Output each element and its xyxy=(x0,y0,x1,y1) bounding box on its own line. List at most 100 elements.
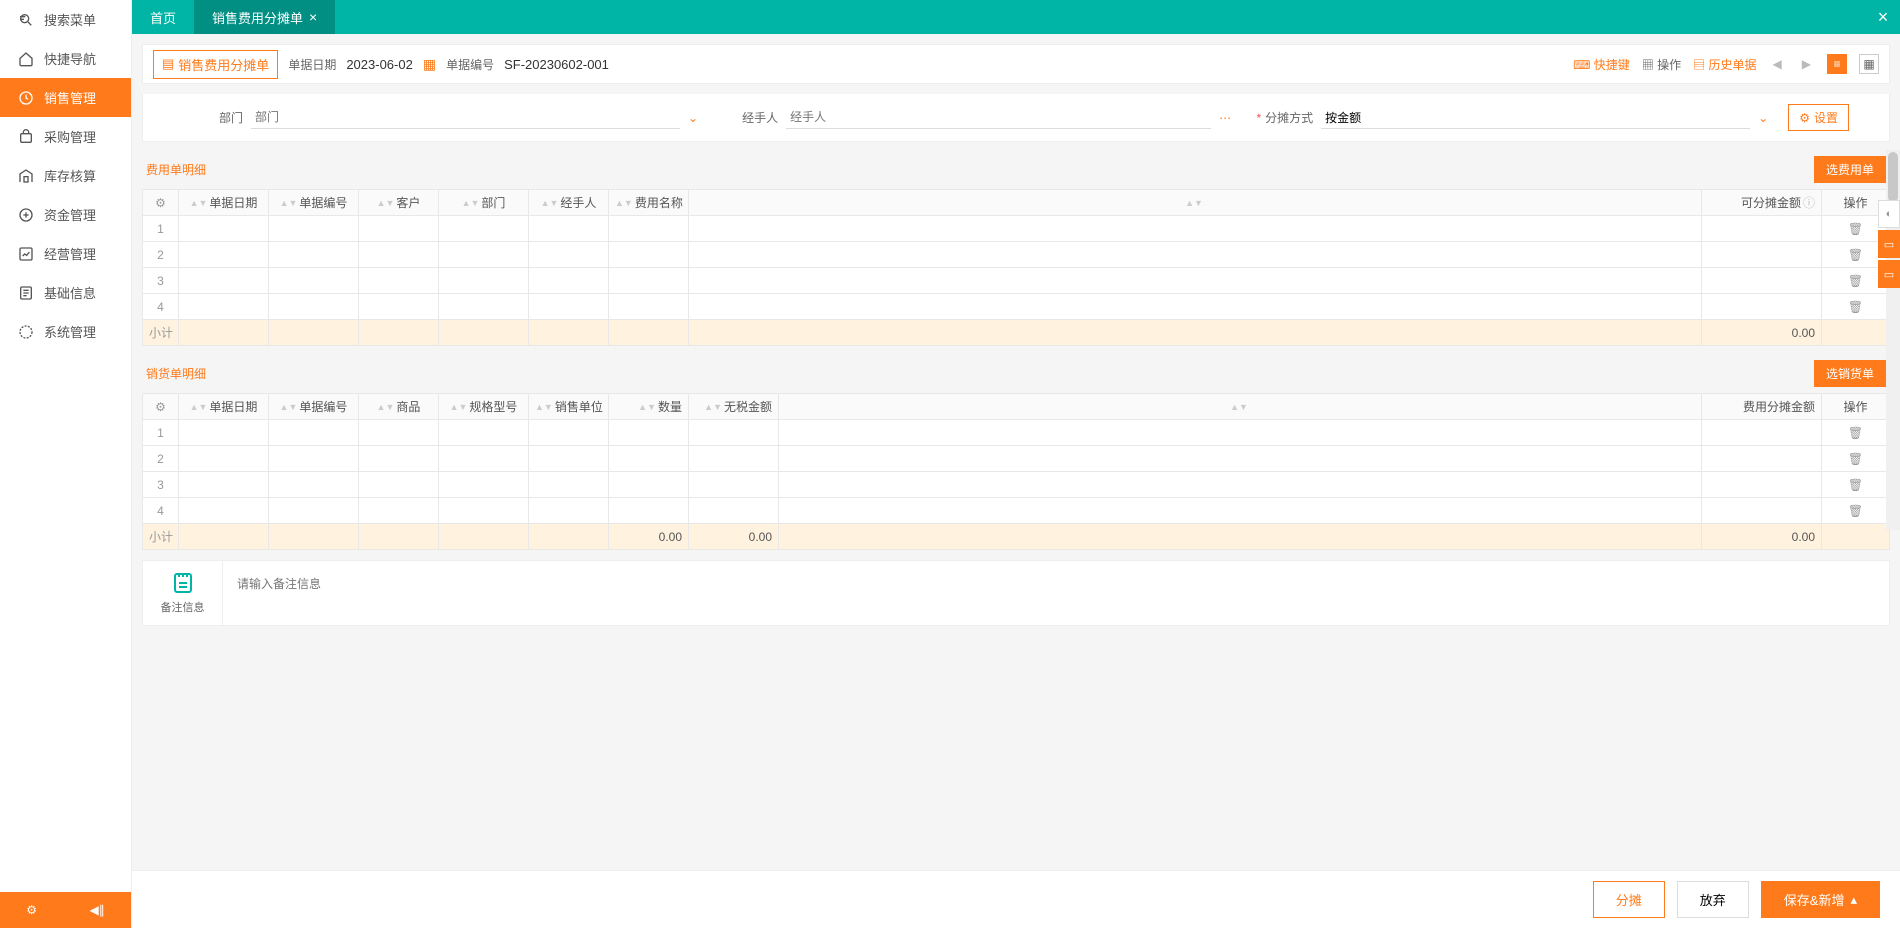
dock-item[interactable]: ▭ xyxy=(1878,230,1900,258)
cell[interactable] xyxy=(529,216,609,242)
cell[interactable] xyxy=(179,498,269,524)
table-row[interactable]: 1🗑 xyxy=(143,420,1890,446)
cell[interactable] xyxy=(439,446,529,472)
cell[interactable] xyxy=(609,420,689,446)
cell[interactable] xyxy=(1702,472,1822,498)
cell[interactable] xyxy=(269,242,359,268)
tab-current[interactable]: 销售费用分摊单× xyxy=(194,0,335,34)
table-row[interactable]: 4🗑 xyxy=(143,294,1890,320)
cell[interactable] xyxy=(439,294,529,320)
sidebar-item-business[interactable]: 经营管理 xyxy=(0,234,131,273)
method-input[interactable] xyxy=(1321,106,1750,129)
cell[interactable] xyxy=(359,242,439,268)
col-prod[interactable]: ▲▼商品 xyxy=(359,394,439,420)
cell[interactable] xyxy=(689,420,779,446)
cell[interactable] xyxy=(529,498,609,524)
cell[interactable] xyxy=(529,294,609,320)
cell[interactable] xyxy=(439,216,529,242)
view-list-icon[interactable]: ≡ xyxy=(1827,54,1847,74)
select-expense-button[interactable]: 选费用单 xyxy=(1814,156,1886,183)
cell[interactable] xyxy=(1702,294,1822,320)
more-icon[interactable]: ⋯ xyxy=(1219,111,1233,125)
cell[interactable] xyxy=(269,268,359,294)
sidebar-item-inventory[interactable]: 库存核算 xyxy=(0,156,131,195)
sidebar-item-base[interactable]: 基础信息 xyxy=(0,273,131,312)
cell[interactable] xyxy=(609,472,689,498)
col-blank[interactable]: ▲▼ xyxy=(779,394,1702,420)
cell[interactable] xyxy=(689,242,1702,268)
col-fee[interactable]: ▲▼费用名称 xyxy=(609,190,689,216)
help-icon[interactable]: ⓘ xyxy=(1803,196,1815,210)
cell[interactable] xyxy=(179,446,269,472)
delete-icon[interactable]: 🗑 xyxy=(1848,478,1863,492)
cell[interactable] xyxy=(1702,268,1822,294)
cell[interactable] xyxy=(779,420,1702,446)
cell[interactable] xyxy=(359,294,439,320)
delete-icon[interactable]: 🗑 xyxy=(1848,274,1863,288)
col-feealloc[interactable]: 费用分摊金额 xyxy=(1702,394,1822,420)
cell[interactable] xyxy=(689,294,1702,320)
save-new-button[interactable]: 保存&新增▴ xyxy=(1761,881,1880,918)
cell[interactable] xyxy=(179,242,269,268)
view-grid-icon[interactable]: ▦ xyxy=(1859,54,1879,74)
calendar-icon[interactable]: ▦ xyxy=(423,56,436,73)
discard-button[interactable]: 放弃 xyxy=(1677,881,1749,918)
cell[interactable] xyxy=(1702,420,1822,446)
cell[interactable] xyxy=(609,242,689,268)
shortcut-link[interactable]: ⌨ 快捷键 xyxy=(1573,56,1630,73)
dock-item[interactable]: ◐ xyxy=(1878,200,1900,228)
sidebar-item-purchase[interactable]: 采购管理 xyxy=(0,117,131,156)
gear-column[interactable]: ⚙ xyxy=(143,190,179,216)
table-row[interactable]: 3🗑 xyxy=(143,268,1890,294)
cell[interactable] xyxy=(779,446,1702,472)
delete-icon[interactable]: 🗑 xyxy=(1848,248,1863,262)
table-row[interactable]: 4🗑 xyxy=(143,498,1890,524)
date-value[interactable]: 2023-06-02 xyxy=(346,57,413,72)
cell[interactable] xyxy=(609,294,689,320)
handler-input[interactable] xyxy=(786,106,1211,129)
cell[interactable] xyxy=(1702,216,1822,242)
cell[interactable] xyxy=(269,294,359,320)
cell[interactable] xyxy=(269,420,359,446)
delete-icon[interactable]: 🗑 xyxy=(1848,452,1863,466)
cell[interactable] xyxy=(609,268,689,294)
close-all-icon[interactable]: × xyxy=(1866,0,1900,34)
col-amt[interactable]: ▲▼无税金额 xyxy=(689,394,779,420)
sidebar-item-system[interactable]: 系统管理 xyxy=(0,312,131,351)
cell[interactable] xyxy=(609,446,689,472)
delete-icon[interactable]: 🗑 xyxy=(1848,504,1863,518)
cell[interactable] xyxy=(179,472,269,498)
collapse-icon[interactable]: ◀∥ xyxy=(90,903,105,917)
col-code[interactable]: ▲▼单据编号 xyxy=(269,394,359,420)
next-icon[interactable]: ▶ xyxy=(1798,57,1815,71)
cell[interactable] xyxy=(439,268,529,294)
settings-icon[interactable]: ⚙ xyxy=(26,903,37,917)
col-date[interactable]: ▲▼单据日期 xyxy=(179,190,269,216)
ops-link[interactable]: ▦ 操作 xyxy=(1642,56,1681,73)
col-alloc[interactable]: 可分摊金额ⓘ xyxy=(1702,190,1822,216)
cell[interactable] xyxy=(179,294,269,320)
cell[interactable] xyxy=(179,216,269,242)
cell[interactable] xyxy=(359,446,439,472)
cell[interactable] xyxy=(609,216,689,242)
cell[interactable] xyxy=(689,268,1702,294)
cell[interactable] xyxy=(359,498,439,524)
cell[interactable] xyxy=(359,472,439,498)
sidebar-item-search[interactable]: 搜索菜单 xyxy=(0,0,131,39)
col-unit[interactable]: ▲▼销售单位 xyxy=(529,394,609,420)
delete-icon[interactable]: 🗑 xyxy=(1848,222,1863,236)
col-date[interactable]: ▲▼单据日期 xyxy=(179,394,269,420)
cell[interactable] xyxy=(179,268,269,294)
col-cust[interactable]: ▲▼客户 xyxy=(359,190,439,216)
cell[interactable] xyxy=(1702,498,1822,524)
col-code[interactable]: ▲▼单据编号 xyxy=(269,190,359,216)
sidebar-item-sales[interactable]: 销售管理 xyxy=(0,78,131,117)
cell[interactable] xyxy=(689,446,779,472)
table-row[interactable]: 1🗑 xyxy=(143,216,1890,242)
col-qty[interactable]: ▲▼数量 xyxy=(609,394,689,420)
cell[interactable] xyxy=(1702,446,1822,472)
cell[interactable] xyxy=(269,472,359,498)
cell[interactable] xyxy=(529,242,609,268)
cell[interactable] xyxy=(689,216,1702,242)
table-row[interactable]: 2🗑 xyxy=(143,242,1890,268)
